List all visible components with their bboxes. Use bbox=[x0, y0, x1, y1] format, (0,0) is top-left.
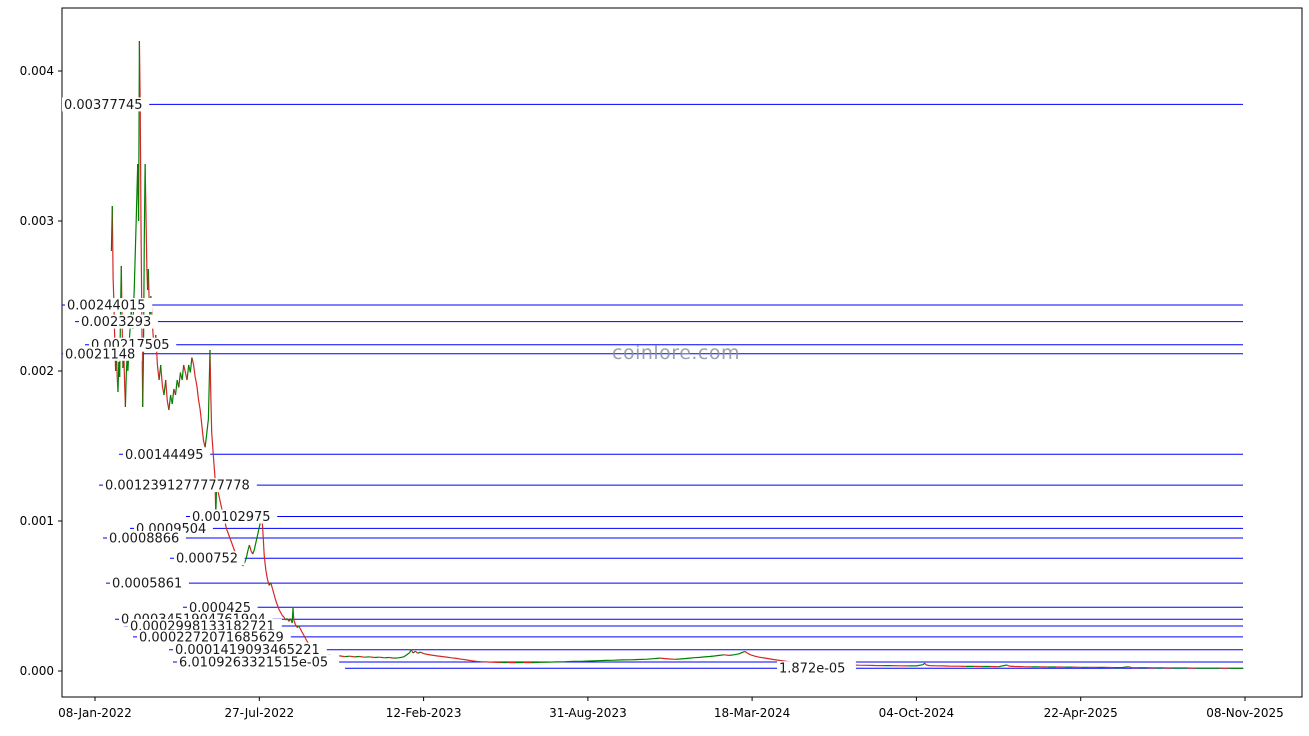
level-label: 0.0008866 bbox=[109, 532, 179, 547]
x-tick-label: 18-Mar-2024 bbox=[714, 706, 790, 720]
level-label: 0.0012391277777778 bbox=[105, 479, 250, 494]
level-label: 0.0021148 bbox=[65, 347, 135, 362]
watermark: coinlore.com bbox=[612, 342, 740, 364]
x-tick-label: 27-Jul-2022 bbox=[224, 706, 294, 720]
y-tick-label: 0.001 bbox=[20, 514, 54, 528]
price-chart-figure: 0.00377745 0.00244015 0.0023293 0.00217505 0… bbox=[0, 0, 1309, 736]
y-tick-label: 0.002 bbox=[20, 364, 54, 378]
level-label: 0.00244015 bbox=[67, 299, 146, 314]
level-label: 0.00377745 bbox=[64, 98, 143, 113]
x-tick-label: 12-Feb-2023 bbox=[386, 706, 462, 720]
x-tick-label: 04-Oct-2024 bbox=[879, 706, 955, 720]
x-tick-label: 08-Jan-2022 bbox=[58, 706, 132, 720]
y-tick-label: 0.004 bbox=[20, 64, 54, 78]
level-label: 0.0023293 bbox=[81, 315, 151, 330]
level-label: 6.0109263321515e-05 bbox=[179, 656, 328, 671]
level-label: 0.0005861 bbox=[112, 577, 182, 592]
level-label: 0.00144495 bbox=[125, 448, 204, 463]
y-tick-label: 0.003 bbox=[20, 214, 54, 228]
x-tick-label: 31-Aug-2023 bbox=[549, 706, 627, 720]
price-chart-canvas: 0.003777450.002440150.00232930.002175050… bbox=[20, 7, 1303, 720]
level-label: 1.872e-05 bbox=[779, 662, 845, 677]
x-tick-label: 08-Nov-2025 bbox=[1206, 706, 1284, 720]
y-tick-label: 0.000 bbox=[20, 664, 54, 678]
x-tick-label: 22-Apr-2025 bbox=[1044, 706, 1118, 720]
level-label: 0.000752 bbox=[176, 552, 238, 567]
